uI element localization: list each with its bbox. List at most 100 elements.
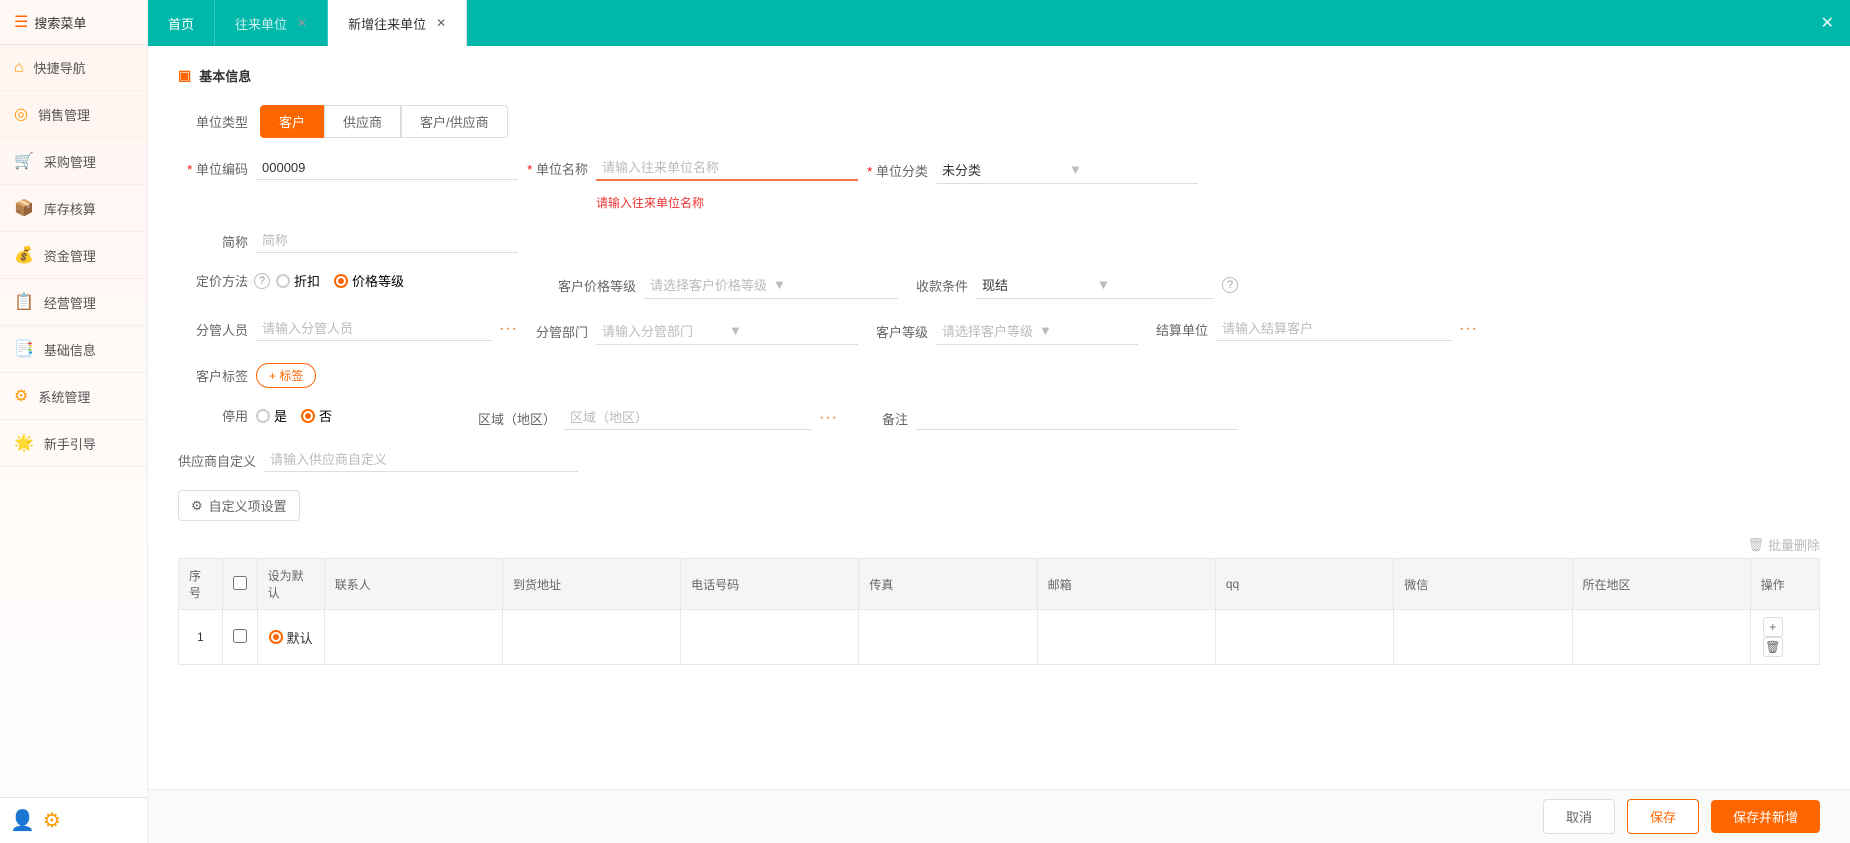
row-checkbox[interactable]: [233, 629, 247, 643]
row-fax[interactable]: [859, 610, 1037, 665]
tab-partner-list[interactable]: 往来单位 ✕: [215, 0, 328, 46]
customer-price-level-select[interactable]: 请选择客户价格等级 ▼: [644, 271, 898, 299]
sidebar-item-sales[interactable]: ◎ 销售管理: [0, 91, 147, 138]
department-chevron: ▼: [729, 323, 852, 338]
save-add-button[interactable]: 保存并新增: [1711, 800, 1820, 833]
customer-level-label: 客户等级: [858, 322, 928, 341]
row-phone[interactable]: [681, 610, 859, 665]
sidebar-item-purchase[interactable]: 🛒 采购管理: [0, 138, 147, 185]
sidebar-item-label: 经营管理: [44, 293, 96, 312]
region-more-icon[interactable]: ···: [819, 409, 838, 427]
basic-info-icon: 📑: [14, 339, 34, 359]
radio-disable-yes[interactable]: 是: [256, 406, 287, 425]
row-email-input[interactable]: [1048, 630, 1205, 645]
row-fax-input[interactable]: [869, 630, 1026, 645]
sidebar-item-system[interactable]: ⚙ 系统管理: [0, 373, 147, 420]
row-region-input[interactable]: [1583, 630, 1740, 645]
save-button[interactable]: 保存: [1627, 799, 1699, 834]
cancel-button[interactable]: 取消: [1543, 799, 1615, 834]
radio-discount[interactable]: 折扣: [276, 271, 320, 290]
sidebar: ☰ 搜索菜单 ⌂ 快捷导航 ◎ 销售管理 🛒 采购管理 📦 库存核算 💰 资金管…: [0, 0, 148, 843]
department-select[interactable]: 请输入分管部门 ▼: [596, 317, 858, 345]
type-btn-customer[interactable]: 客户: [260, 105, 324, 138]
unit-category-select[interactable]: 未分类 ▼: [936, 156, 1198, 184]
radio-discount-circle: [276, 274, 290, 288]
table-row: 1 默认: [179, 610, 1820, 665]
settlement-input[interactable]: [1216, 317, 1451, 341]
row-contact-input[interactable]: [335, 630, 492, 645]
customer-level-placeholder: 请选择客户等级: [942, 321, 1035, 340]
tag-row: 客户标签 + 标签: [178, 363, 1820, 388]
row-address-input[interactable]: [513, 630, 670, 645]
radio-default-circle: [269, 630, 283, 644]
short-name-input[interactable]: [256, 229, 518, 253]
batch-delete-label: 批量删除: [1768, 535, 1820, 554]
row-contact[interactable]: [324, 610, 502, 665]
department-placeholder: 请输入分管部门: [602, 321, 725, 340]
sidebar-item-label: 基础信息: [44, 340, 96, 359]
sidebar-item-finance[interactable]: 💰 资金管理: [0, 232, 147, 279]
section-basic-info: ▣ 基本信息: [178, 66, 1820, 85]
row-delete-btn[interactable]: 🗑: [1763, 637, 1783, 657]
row-wechat[interactable]: [1394, 610, 1572, 665]
row-add-btn[interactable]: +: [1763, 617, 1783, 637]
sidebar-item-inventory[interactable]: 📦 库存核算: [0, 185, 147, 232]
sidebar-search[interactable]: ☰ 搜索菜单: [0, 0, 147, 45]
radio-price-level[interactable]: 价格等级: [334, 271, 404, 290]
type-btn-supplier[interactable]: 供应商: [324, 105, 401, 138]
sidebar-item-quick-nav[interactable]: ⌂ 快捷导航: [0, 45, 147, 91]
tab-new-partner[interactable]: 新增往来单位 ✕: [328, 0, 467, 46]
tag-label: 客户标签: [178, 366, 248, 385]
region-input[interactable]: [564, 406, 811, 430]
settlement-more-icon[interactable]: ···: [1459, 320, 1478, 338]
settings-bottom-icon[interactable]: ⚙: [43, 808, 61, 833]
radio-default[interactable]: 默认: [268, 628, 314, 647]
row-seq: 1: [179, 610, 223, 665]
tabbar-close-all[interactable]: ✕: [1805, 0, 1850, 46]
payment-terms-label: 收款条件: [898, 276, 968, 295]
row-address[interactable]: [502, 610, 680, 665]
supplier-custom-input[interactable]: [264, 448, 578, 472]
sidebar-item-operations[interactable]: 📋 经营管理: [0, 279, 147, 326]
row-qq[interactable]: [1215, 610, 1393, 665]
form-footer: 取消 保存 保存并新增: [148, 789, 1850, 843]
short-name-row: 简称: [178, 229, 1820, 253]
unit-code-input[interactable]: [256, 156, 518, 180]
select-all-checkbox[interactable]: [233, 576, 247, 590]
radio-disable-no[interactable]: 否: [301, 406, 332, 425]
customer-price-level-placeholder: 请选择客户价格等级: [650, 275, 769, 294]
row-qq-input[interactable]: [1226, 630, 1383, 645]
sidebar-item-label: 新手引导: [44, 434, 96, 453]
note-input[interactable]: [916, 406, 1238, 430]
row-email[interactable]: [1037, 610, 1215, 665]
row-region[interactable]: [1572, 610, 1750, 665]
sidebar-item-basic-info[interactable]: 📑 基础信息: [0, 326, 147, 373]
tab-partner-close[interactable]: ✕: [297, 16, 307, 30]
user-icon[interactable]: 👤: [10, 808, 35, 833]
customer-level-select[interactable]: 请选择客户等级 ▼: [936, 317, 1138, 345]
pricing-row: 定价方法 ? 折扣 价格等级 客户价格等级 请: [178, 271, 1820, 299]
custom-settings-button[interactable]: ⚙ 自定义项设置: [178, 490, 300, 521]
pricing-help-icon[interactable]: ?: [254, 273, 270, 289]
radio-price-level-label: 价格等级: [352, 271, 404, 290]
system-icon: ⚙: [14, 386, 28, 406]
type-btn-both[interactable]: 客户/供应商: [401, 105, 508, 138]
tag-add-button[interactable]: + 标签: [256, 363, 316, 388]
batch-delete-btn[interactable]: 🗑 批量删除: [178, 535, 1820, 554]
payment-terms-select[interactable]: 现结 ▼: [976, 271, 1214, 299]
unit-name-input[interactable]: [596, 156, 858, 181]
purchase-icon: 🛒: [14, 151, 34, 171]
sidebar-item-guide[interactable]: 🌟 新手引导: [0, 420, 147, 467]
supplier-custom-row: 供应商自定义: [178, 448, 1820, 472]
row-phone-input[interactable]: [691, 630, 848, 645]
th-checkbox: [222, 559, 257, 610]
radio-disable-no-circle: [301, 409, 315, 423]
manager-input[interactable]: [256, 317, 491, 341]
unit-name-error: 请输入往来单位名称: [596, 194, 704, 211]
tab-home[interactable]: 首页: [148, 0, 215, 46]
row-wechat-input[interactable]: [1404, 630, 1561, 645]
quick-nav-icon: ⌂: [14, 59, 24, 77]
payment-terms-help-icon[interactable]: ?: [1222, 277, 1238, 293]
manager-more-icon[interactable]: ···: [499, 320, 518, 338]
tab-new-partner-close[interactable]: ✕: [436, 16, 446, 30]
